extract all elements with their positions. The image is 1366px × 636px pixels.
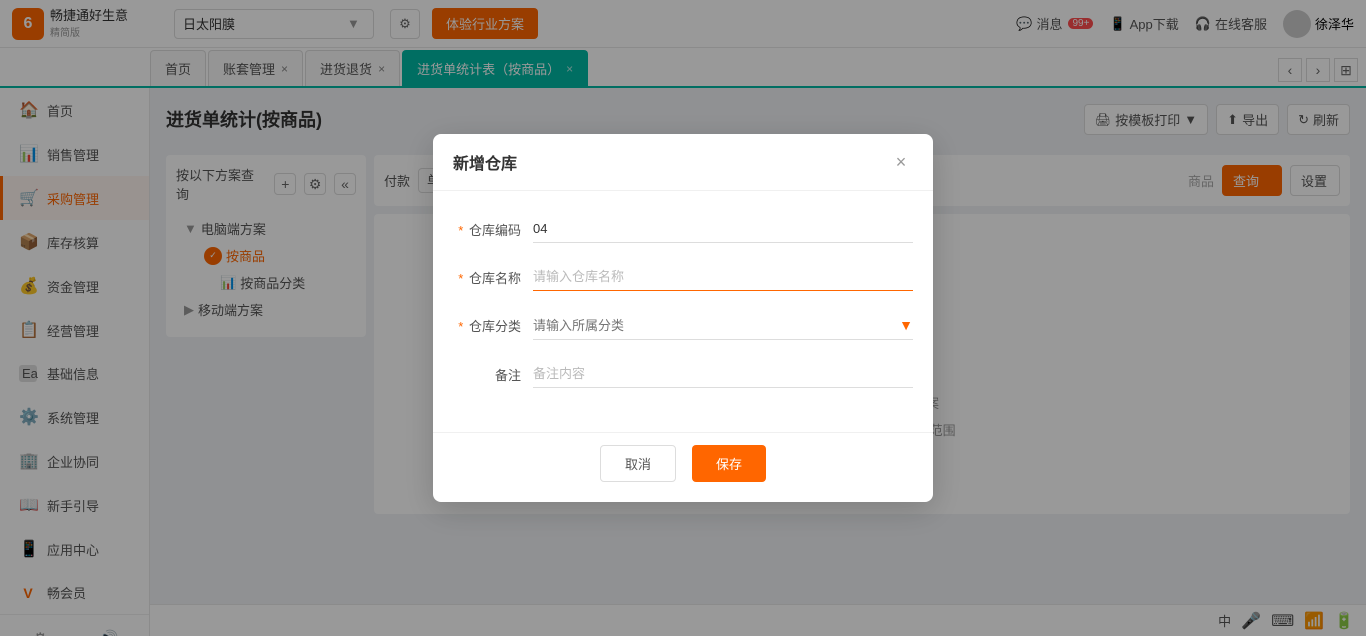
required-star-2: * — [458, 271, 463, 286]
warehouse-name-input[interactable] — [533, 263, 913, 291]
warehouse-category-label: * 仓库分类 — [453, 316, 533, 335]
warehouse-category-select[interactable]: ▼ — [533, 311, 913, 340]
warehouse-code-row: * 仓库编码 — [453, 215, 913, 243]
dialog-body: * 仓库编码 * 仓库名称 * 仓库分类 — [433, 191, 933, 432]
warehouse-name-label: * 仓库名称 — [453, 268, 533, 287]
dialog-title: 新增仓库 — [453, 150, 517, 174]
cancel-button[interactable]: 取消 — [600, 445, 676, 482]
dialog-close-btn[interactable]: × — [889, 150, 913, 174]
add-warehouse-dialog: 新增仓库 × * 仓库编码 * 仓库名称 — [433, 134, 933, 502]
dialog-header: 新增仓库 × — [433, 134, 933, 191]
required-star-1: * — [458, 223, 463, 238]
dialog-footer: 取消 保存 — [433, 432, 933, 502]
remarks-label: 备注 — [453, 365, 533, 384]
required-star-3: * — [458, 319, 463, 334]
save-button[interactable]: 保存 — [692, 445, 766, 482]
warehouse-code-input[interactable] — [533, 215, 913, 243]
warehouse-name-row: * 仓库名称 — [453, 263, 913, 291]
warehouse-category-input[interactable] — [533, 318, 899, 333]
warehouse-category-row: * 仓库分类 ▼ — [453, 311, 913, 340]
remarks-input[interactable] — [533, 360, 913, 388]
remarks-row: 备注 — [453, 360, 913, 388]
warehouse-code-label: * 仓库编码 — [453, 220, 533, 239]
category-dropdown-icon[interactable]: ▼ — [899, 317, 913, 333]
modal-overlay: 新增仓库 × * 仓库编码 * 仓库名称 — [0, 0, 1366, 636]
